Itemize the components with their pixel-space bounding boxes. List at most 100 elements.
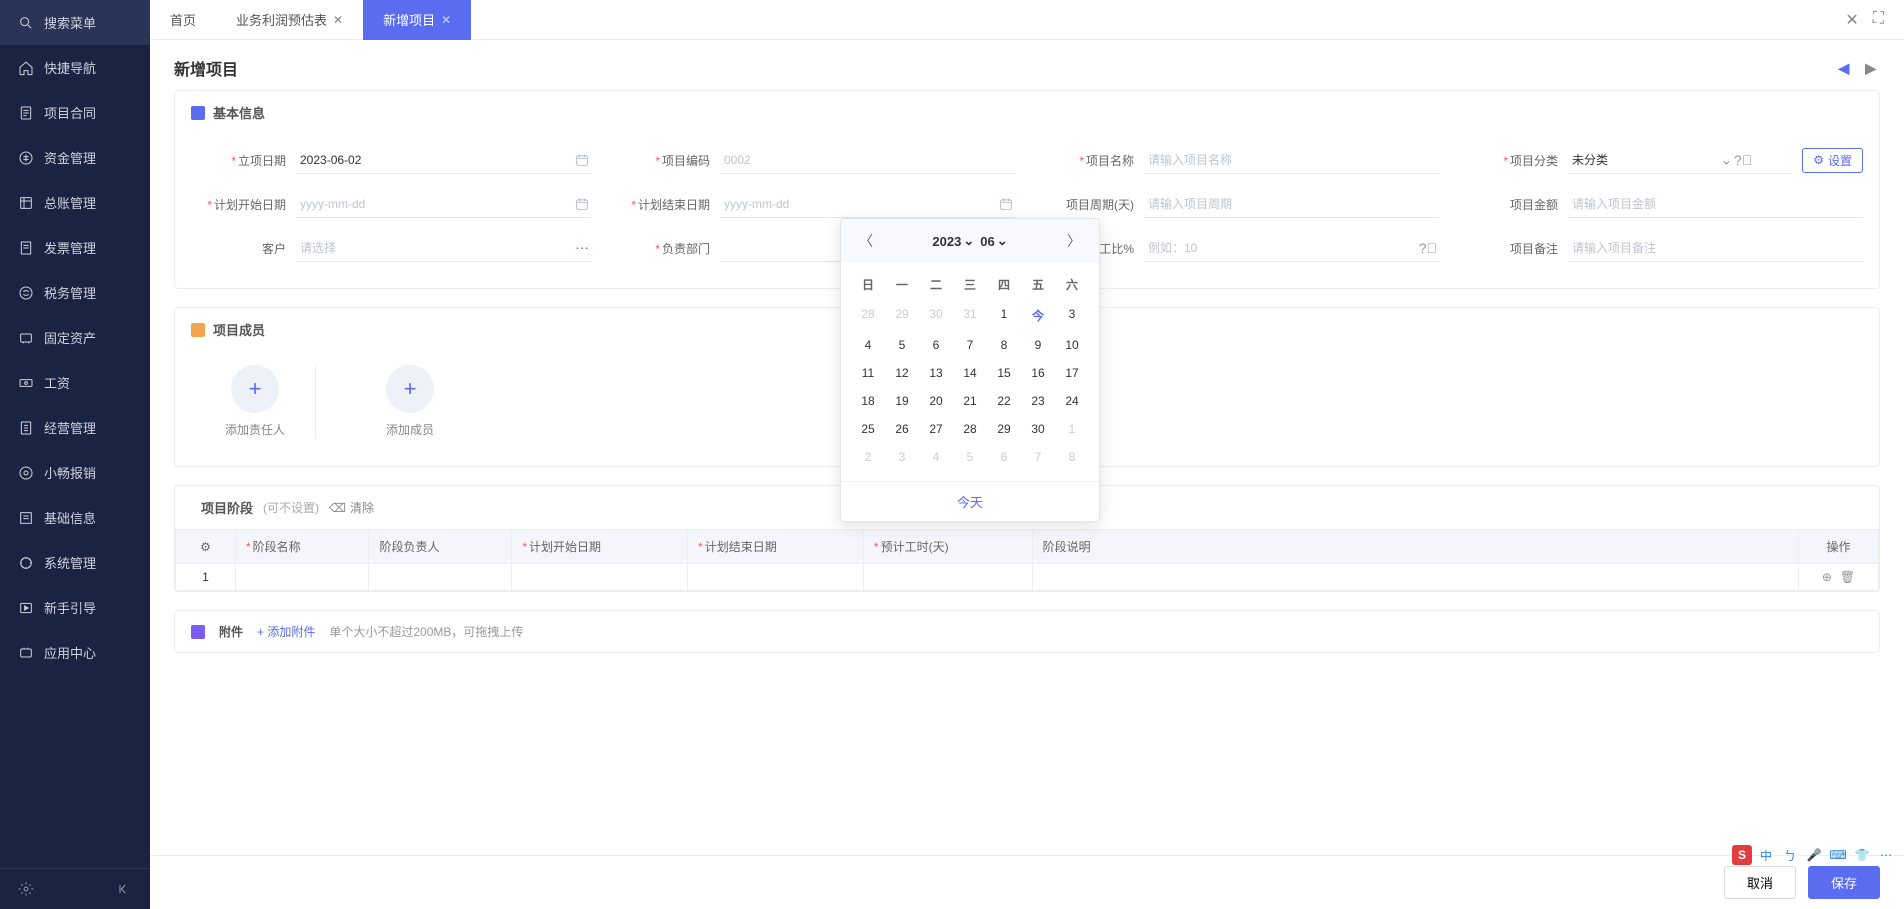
cell-start[interactable] [512,564,688,591]
date-cell[interactable]: 21 [953,387,987,415]
sidebar-item-funds[interactable]: 资金管理 [0,135,150,180]
period-input[interactable] [1144,190,1439,218]
date-cell[interactable]: 12 [885,359,919,387]
amount-input[interactable] [1568,190,1863,218]
cell-end[interactable] [688,564,864,591]
calendar-icon[interactable] [575,197,589,211]
cell-owner[interactable] [369,564,512,591]
date-cell[interactable]: 今 [1021,300,1055,331]
prev-record-icon[interactable]: ◀ [1834,58,1853,79]
ime-more-icon[interactable]: ⋯ [1876,845,1896,865]
sidebar-item-basic[interactable]: 基础信息 [0,495,150,540]
proj-cat-select[interactable]: 未分类 [1568,146,1792,174]
save-button[interactable]: 保存 [1808,866,1880,899]
calendar-icon[interactable] [575,153,589,167]
add-attachment-button[interactable]: + 添加附件 [257,623,315,640]
more-icon[interactable]: ⋯ [575,240,589,257]
date-cell[interactable]: 16 [1021,359,1055,387]
sidebar-item-asset[interactable]: 固定资产 [0,315,150,360]
date-cell[interactable]: 1 [987,300,1021,331]
date-cell[interactable]: 6 [987,443,1021,471]
chevron-down-icon[interactable]: ⌄ [1720,152,1732,169]
next-month-icon[interactable]: 〉 [1061,229,1087,253]
date-cell[interactable]: 18 [851,387,885,415]
date-cell[interactable]: 5 [953,443,987,471]
close-all-icon[interactable]: ✕ [1845,10,1858,30]
customer-input[interactable] [296,234,591,262]
sidebar-item-guide[interactable]: 新手引导 [0,585,150,630]
date-cell[interactable]: 9 [1021,331,1055,359]
tab-新增项目[interactable]: 新增项目✕ [363,0,471,40]
date-cell[interactable]: 6 [919,331,953,359]
proj-name-input[interactable] [1144,146,1439,174]
clear-stages-button[interactable]: ⌫ 清除 [329,499,374,516]
date-cell[interactable]: 29 [987,415,1021,443]
ime-punct[interactable]: ㄅ [1780,845,1800,865]
ime-voice-icon[interactable]: 🎤 [1804,845,1824,865]
sidebar-item-operate[interactable]: 经营管理 [0,405,150,450]
date-cell[interactable]: 7 [953,331,987,359]
sidebar-item-salary[interactable]: 工资 [0,360,150,405]
sidebar-item-xiaochang[interactable]: 小畅报销 [0,450,150,495]
tab-业务利润预估表[interactable]: 业务利润预估表✕ [216,0,363,40]
date-cell[interactable]: 7 [1021,443,1055,471]
month-select[interactable]: 06 ⌄ [980,233,1007,249]
next-record-icon[interactable]: ▶ [1861,58,1880,79]
cell-name[interactable] [236,564,369,591]
sidebar-item-ledger[interactable]: 总账管理 [0,180,150,225]
sidebar-item-contract[interactable]: 项目合同 [0,90,150,135]
date-cell[interactable]: 28 [953,415,987,443]
proj-code-input[interactable] [720,146,1015,174]
close-icon[interactable]: ✕ [333,13,343,27]
date-cell[interactable]: 13 [919,359,953,387]
plan-start-input[interactable] [296,190,591,218]
help-icon[interactable]: ?⃝ [1419,240,1437,256]
ime-keyboard-icon[interactable]: ⌨ [1828,845,1848,865]
date-cell[interactable]: 2 [851,443,885,471]
sidebar-item-apps[interactable]: 应用中心 [0,630,150,675]
sidebar-item-home[interactable]: 快捷导航 [0,45,150,90]
date-cell[interactable]: 3 [885,443,919,471]
date-cell[interactable]: 30 [919,300,953,331]
today-button[interactable]: 今天 [841,481,1099,521]
col-settings-icon[interactable]: ⚙ [176,530,236,564]
date-cell[interactable]: 28 [851,300,885,331]
collapse-icon[interactable] [116,881,132,897]
sidebar-item-invoice[interactable]: 发票管理 [0,225,150,270]
tab-首页[interactable]: 首页 [150,0,216,40]
date-cell[interactable]: 31 [953,300,987,331]
date-cell[interactable]: 26 [885,415,919,443]
add-row-icon[interactable]: ⊕ [1822,570,1832,584]
add-owner-button[interactable]: + [231,365,279,413]
fullscreen-icon[interactable]: ⛶ [1873,10,1884,30]
date-cell[interactable]: 23 [1021,387,1055,415]
category-setting-button[interactable]: ⚙ 设置 [1802,148,1863,173]
date-cell[interactable]: 8 [987,331,1021,359]
cell-desc[interactable] [1032,564,1798,591]
ime-skin-icon[interactable]: 👕 [1852,845,1872,865]
date-cell[interactable]: 14 [953,359,987,387]
date-cell[interactable]: 1 [1055,415,1089,443]
date-cell[interactable]: 25 [851,415,885,443]
plan-end-input[interactable] [720,190,1015,218]
ime-mode[interactable]: 中 [1756,845,1776,865]
date-cell[interactable]: 30 [1021,415,1055,443]
delete-row-icon[interactable]: 🗑 [1840,570,1855,584]
date-cell[interactable]: 11 [851,359,885,387]
year-select[interactable]: 2023 ⌄ [932,233,974,249]
cell-hours[interactable] [863,564,1032,591]
calendar-icon[interactable] [999,197,1013,211]
cancel-button[interactable]: 取消 [1724,866,1796,899]
sidebar-item-system[interactable]: 系统管理 [0,540,150,585]
remark-input[interactable] [1568,234,1863,262]
sidebar-item-tax[interactable]: 税务管理 [0,270,150,315]
date-cell[interactable]: 15 [987,359,1021,387]
date-cell[interactable]: 20 [919,387,953,415]
date-cell[interactable]: 19 [885,387,919,415]
date-cell[interactable]: 3 [1055,300,1089,331]
date-cell[interactable]: 29 [885,300,919,331]
date-cell[interactable]: 27 [919,415,953,443]
help-icon[interactable]: ?⃝ [1734,152,1752,168]
date-cell[interactable]: 4 [919,443,953,471]
date-cell[interactable]: 10 [1055,331,1089,359]
